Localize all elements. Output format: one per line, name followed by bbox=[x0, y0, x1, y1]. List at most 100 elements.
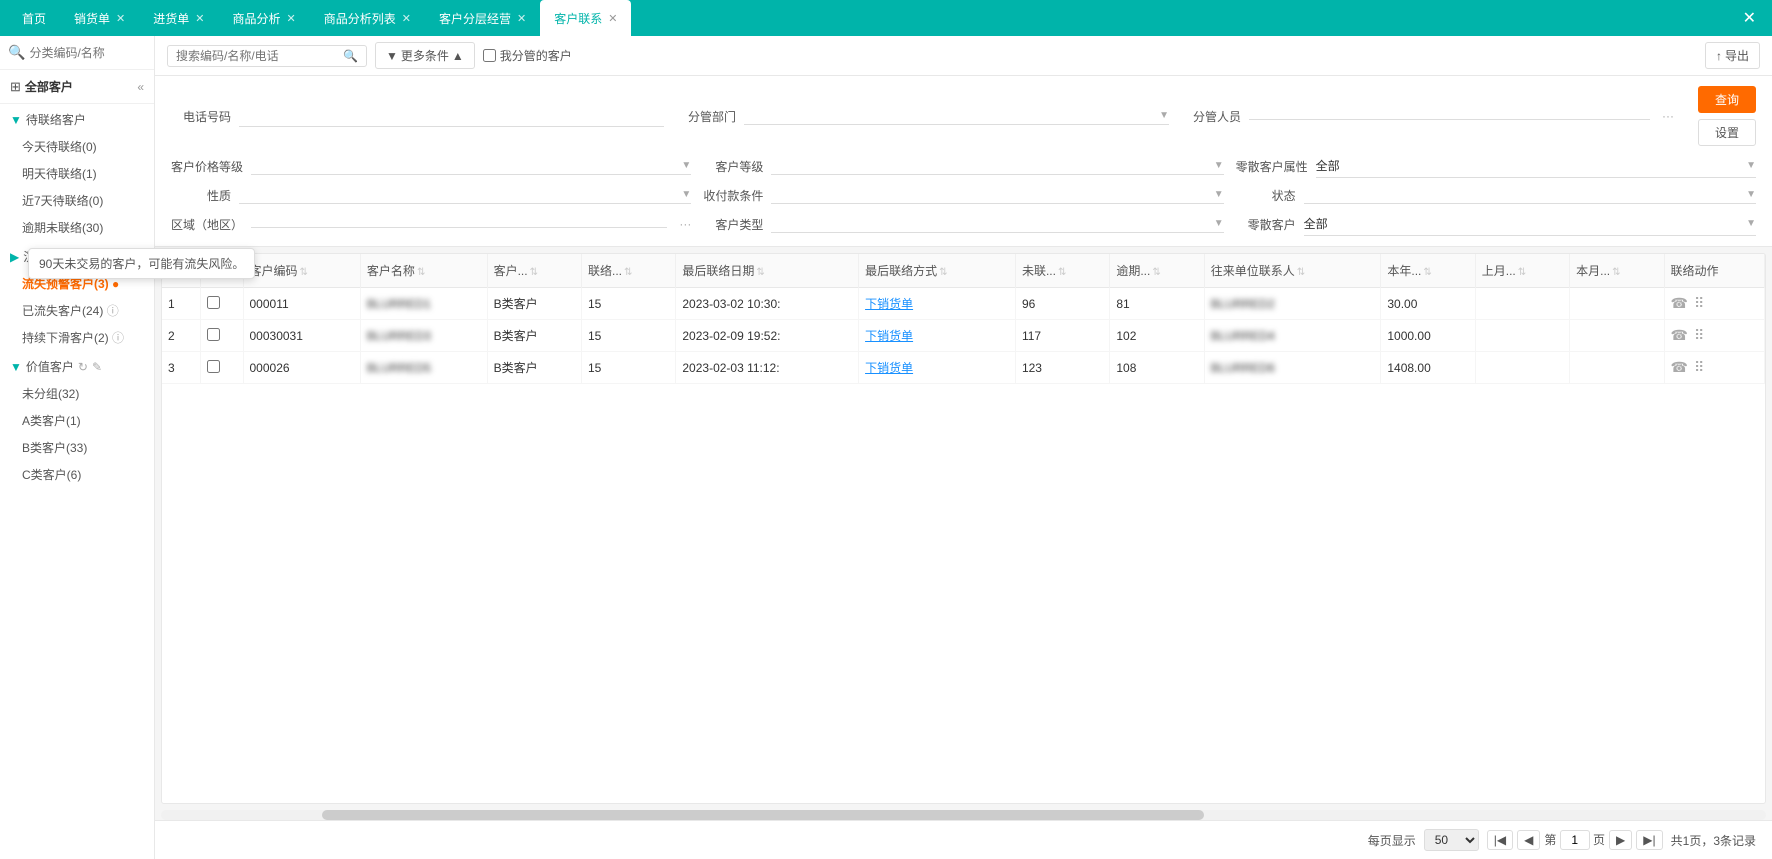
page-label: 第 bbox=[1544, 833, 1556, 847]
tab-customer-tier[interactable]: 客户分层经营 ✕ bbox=[425, 0, 540, 36]
sidebar-item-7days[interactable]: 近7天待联络(0) bbox=[0, 187, 154, 214]
horizontal-scrollbar[interactable] bbox=[161, 810, 1766, 820]
my-customers-checkbox[interactable] bbox=[483, 49, 496, 62]
row-last-method[interactable]: 下销货单 bbox=[859, 352, 1016, 384]
level-select[interactable]: ▼ bbox=[771, 157, 1223, 175]
col-name[interactable]: 客户名称⇅ bbox=[360, 254, 487, 288]
refresh-icon[interactable]: ↻ bbox=[78, 360, 88, 374]
sidebar-group-header-pending[interactable]: ▼ 待联络客户 bbox=[0, 106, 154, 133]
sidebar-group-header-value[interactable]: ▼ 价值客户 ↻ ✎ bbox=[0, 353, 154, 380]
col-code[interactable]: 客户编码⇅ bbox=[243, 254, 360, 288]
person-select[interactable] bbox=[1249, 113, 1650, 120]
sidebar-item-type-c[interactable]: C类客户(6) bbox=[0, 461, 154, 488]
tab-close-analysis-list[interactable]: ✕ bbox=[402, 12, 411, 25]
gender-select[interactable]: ▼ bbox=[239, 186, 691, 204]
sidebar-item-today[interactable]: 今天待联络(0) bbox=[0, 133, 154, 160]
tab-purchase[interactable]: 进货单 ✕ bbox=[139, 0, 218, 36]
tab-close-customer-contact[interactable]: ✕ bbox=[608, 12, 617, 25]
sidebar-search-input[interactable] bbox=[29, 46, 146, 60]
col-last-date[interactable]: 最后联络日期⇅ bbox=[676, 254, 859, 288]
prev-page-btn[interactable]: ◀ bbox=[1517, 830, 1540, 850]
sidebar-item-churned[interactable]: 已流失客户(24) ⓘ bbox=[0, 297, 154, 324]
page-input[interactable] bbox=[1560, 830, 1590, 850]
query-btn[interactable]: 查询 bbox=[1698, 86, 1756, 113]
contact-icon[interactable]: ☎ bbox=[1671, 327, 1688, 344]
col-unlinked[interactable]: 未联...⇅ bbox=[1015, 254, 1109, 288]
table-wrapper[interactable]: ⚙ 客户编码⇅ 客户名称⇅ 客户...⇅ 联络...⇅ 最后联络日期⇅ 最后联络… bbox=[161, 253, 1766, 804]
tab-analysis-list[interactable]: 商品分析列表 ✕ bbox=[310, 0, 425, 36]
col-this-month[interactable]: 本月...⇅ bbox=[1570, 254, 1664, 288]
tab-customer-contact[interactable]: 客户联系 ✕ bbox=[540, 0, 631, 36]
search-icon[interactable]: 🔍 bbox=[343, 49, 358, 63]
row-last-method[interactable]: 下销货单 bbox=[859, 288, 1016, 320]
status-select[interactable]: ▼ bbox=[1304, 186, 1756, 204]
sort-icon9: ⇅ bbox=[1297, 267, 1305, 278]
tab-analysis[interactable]: 商品分析 ✕ bbox=[218, 0, 309, 36]
tab-close-customer-tier[interactable]: ✕ bbox=[517, 12, 526, 25]
col-year[interactable]: 本年...⇅ bbox=[1381, 254, 1475, 288]
collapse-icon[interactable]: « bbox=[137, 80, 144, 94]
tab-close-analysis[interactable]: ✕ bbox=[287, 12, 296, 25]
sort-icon7: ⇅ bbox=[1058, 267, 1066, 278]
group-label-value: 价值客户 bbox=[26, 358, 74, 375]
price-select[interactable]: ▼ bbox=[251, 157, 691, 175]
more-actions-icon[interactable]: ⠿ bbox=[1694, 359, 1704, 376]
sidebar-item-tomorrow[interactable]: 明天待联络(1) bbox=[0, 160, 154, 187]
sidebar-search-box[interactable]: 🔍 bbox=[0, 36, 154, 70]
contact-icon[interactable]: ☎ bbox=[1671, 295, 1688, 312]
col-type[interactable]: 客户...⇅ bbox=[487, 254, 581, 288]
retail-attr-select[interactable]: 全部 ▼ bbox=[1316, 154, 1756, 178]
horizontal-scrollbar-thumb[interactable] bbox=[322, 810, 1205, 820]
next-page-btn[interactable]: ▶ bbox=[1609, 830, 1632, 850]
chevron-up-icon: ▲ bbox=[452, 49, 464, 63]
row-last-month bbox=[1475, 352, 1569, 384]
sidebar-item-overdue[interactable]: 逾期未联络(30) bbox=[0, 214, 154, 241]
more-conditions-btn[interactable]: ▼ 更多条件 ▲ bbox=[375, 42, 475, 69]
row-checkbox[interactable] bbox=[200, 352, 243, 384]
more-actions-icon[interactable]: ⠿ bbox=[1694, 295, 1704, 312]
contact-icon[interactable]: ☎ bbox=[1671, 359, 1688, 376]
col-contact[interactable]: 联络...⇅ bbox=[581, 254, 675, 288]
window-close-button[interactable]: ✕ bbox=[1735, 4, 1764, 32]
retail-customer-select[interactable]: 全部 ▼ bbox=[1304, 212, 1756, 236]
phone-input[interactable] bbox=[239, 106, 664, 127]
dept-select[interactable]: ▼ bbox=[744, 107, 1169, 125]
filter-region: 区域（地区） ··· bbox=[171, 216, 691, 233]
export-btn[interactable]: ↑ 导出 bbox=[1705, 42, 1760, 69]
sidebar-item-type-b[interactable]: B类客户(33) bbox=[0, 434, 154, 461]
sidebar-item-ungrouped[interactable]: 未分组(32) bbox=[0, 380, 154, 407]
edit-icon[interactable]: ✎ bbox=[92, 360, 102, 374]
region-dots[interactable]: ··· bbox=[679, 217, 691, 231]
sidebar-item-type-a[interactable]: A类客户(1) bbox=[0, 407, 154, 434]
row-code: 00030031 bbox=[243, 320, 360, 352]
total-info: 共1页，3条记录 bbox=[1671, 832, 1756, 849]
row-last-method[interactable]: 下销货单 bbox=[859, 320, 1016, 352]
tab-home[interactable]: 首页 bbox=[8, 0, 60, 36]
filter-actions: 查询 设置 bbox=[1698, 86, 1756, 146]
col-last-month[interactable]: 上月...⇅ bbox=[1475, 254, 1569, 288]
filter-payment: 收付款条件 ▼ bbox=[703, 186, 1223, 204]
payment-select[interactable]: ▼ bbox=[771, 186, 1223, 204]
col-last-method[interactable]: 最后联络方式⇅ bbox=[859, 254, 1016, 288]
sidebar-all-customers[interactable]: ⊞ 全部客户 « bbox=[0, 70, 154, 104]
my-customers-checkbox-label[interactable]: 我分管的客户 bbox=[483, 47, 572, 64]
more-actions-icon[interactable]: ⠿ bbox=[1694, 327, 1704, 344]
tab-close-purchase[interactable]: ✕ bbox=[195, 12, 204, 25]
search-input[interactable] bbox=[176, 49, 339, 63]
last-page-btn[interactable]: ▶| bbox=[1636, 830, 1662, 850]
row-checkbox[interactable] bbox=[200, 288, 243, 320]
col-person[interactable]: 往来单位联系人⇅ bbox=[1204, 254, 1381, 288]
row-checkbox[interactable] bbox=[200, 320, 243, 352]
more-dots[interactable]: ··· bbox=[1662, 109, 1674, 123]
pagination: 每页显示 50 100 200 |◀ ◀ 第 页 ▶ ▶| 共1页，3条记录 bbox=[155, 820, 1772, 859]
sidebar-item-declining[interactable]: 持续下滑客户(2) ⓘ bbox=[0, 324, 154, 351]
region-select[interactable] bbox=[251, 221, 667, 228]
col-overdue[interactable]: 逾期...⇅ bbox=[1110, 254, 1204, 288]
per-page-select[interactable]: 50 100 200 bbox=[1424, 829, 1479, 851]
first-page-btn[interactable]: |◀ bbox=[1487, 830, 1513, 850]
search-box[interactable]: 🔍 bbox=[167, 45, 367, 67]
tab-sales[interactable]: 销货单 ✕ bbox=[60, 0, 139, 36]
tab-close-sales[interactable]: ✕ bbox=[116, 12, 125, 25]
settings-btn[interactable]: 设置 bbox=[1698, 119, 1756, 146]
customer-type-select[interactable]: ▼ bbox=[771, 215, 1223, 233]
